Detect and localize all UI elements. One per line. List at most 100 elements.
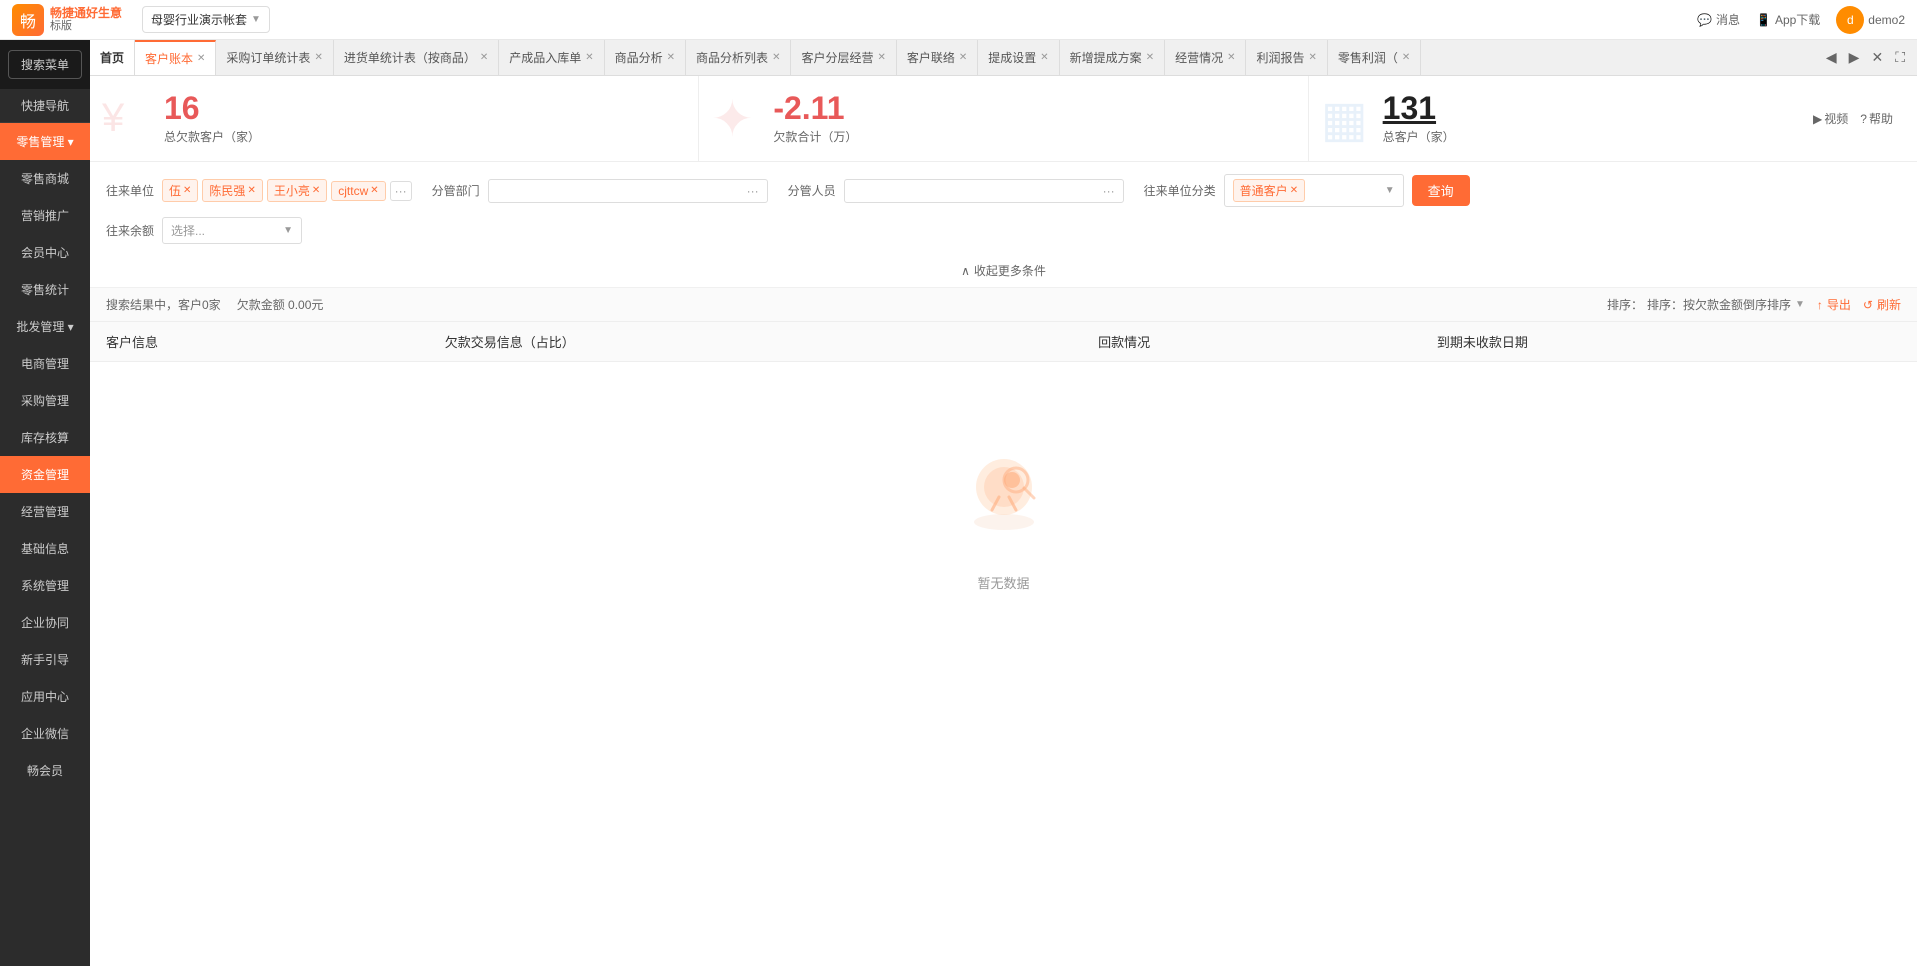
sidebar-item-system[interactable]: 系统管理 bbox=[0, 567, 90, 604]
collapse-filters-btn[interactable]: ∧ 收起更多条件 bbox=[106, 254, 1901, 287]
close-icon[interactable]: ✕ bbox=[959, 52, 967, 63]
sidebar-item-member2[interactable]: 畅会员 bbox=[0, 752, 90, 789]
tab-customer-segment[interactable]: 客户分层经营 ✕ bbox=[791, 40, 896, 76]
close-icon[interactable]: ✕ bbox=[772, 52, 780, 63]
tab-commission-settings[interactable]: 提成设置 ✕ bbox=[978, 40, 1059, 76]
sidebar-item-ecommerce[interactable]: 电商管理 bbox=[0, 345, 90, 382]
store-selector[interactable]: 母婴行业演示帐套 ▼ bbox=[142, 6, 270, 33]
tab-bar: 首页 客户账本 ✕ 采购订单统计表 ✕ 进货单统计表（按商品） ✕ 产成品入库单… bbox=[90, 40, 1917, 76]
filter-tag-chen[interactable]: 陈民强 ✕ bbox=[202, 179, 262, 202]
tab-customer-contact[interactable]: 客户联络 ✕ bbox=[897, 40, 978, 76]
query-button[interactable]: 查询 bbox=[1412, 175, 1470, 206]
balance-select[interactable]: 选择... ▼ bbox=[162, 217, 302, 244]
close-icon[interactable]: ✕ bbox=[314, 52, 322, 63]
close-icon[interactable]: ✕ bbox=[667, 52, 675, 63]
stat-content-total: 131 总客户（家） bbox=[1383, 92, 1455, 145]
close-icon[interactable]: ✕ bbox=[1040, 52, 1048, 63]
close-icon[interactable]: ✕ bbox=[1309, 52, 1317, 63]
tab-profit-report[interactable]: 利润报告 ✕ bbox=[1246, 40, 1327, 76]
stats-bar: ¥ 16 总欠款客户（家） ✦ -2.11 欠款合计（万） ▦ bbox=[90, 76, 1917, 162]
stat-content-customers: 16 总欠款客户（家） bbox=[164, 92, 260, 145]
remove-tag-cjttcw[interactable]: ✕ bbox=[370, 185, 378, 196]
sidebar-item-marketing[interactable]: 营销推广 bbox=[0, 197, 90, 234]
tab-purchase-stats-product[interactable]: 进货单统计表（按商品） ✕ bbox=[334, 40, 499, 76]
messages-btn[interactable]: 💬 消息 bbox=[1697, 11, 1740, 28]
tab-next-btn[interactable]: ▶ bbox=[1845, 47, 1864, 68]
chevron-up-icon: ∧ bbox=[961, 264, 970, 278]
filter-tag-wang[interactable]: 王小亮 ✕ bbox=[267, 179, 327, 202]
person-more-icon: ··· bbox=[1103, 184, 1115, 198]
filter-tag-normal-customer[interactable]: 普通客户 ✕ bbox=[1233, 179, 1305, 202]
unit-class-select[interactable]: 普通客户 ✕ ▼ bbox=[1224, 174, 1404, 207]
video-icon: ▶ bbox=[1813, 112, 1822, 126]
tab-business-status[interactable]: 经营情况 ✕ bbox=[1165, 40, 1246, 76]
search-result-amount: 欠款金额 0.00元 bbox=[237, 296, 324, 313]
sidebar-item-inventory[interactable]: 库存核算 bbox=[0, 419, 90, 456]
filter-row-2: 往来余额 选择... ▼ bbox=[106, 217, 1901, 244]
sidebar-item-retail-mall[interactable]: 零售商城 bbox=[0, 160, 90, 197]
sidebar-item-wholesale[interactable]: 批发管理 ▾ bbox=[0, 308, 90, 345]
header-left: 畅 畅捷通好生意 标版 母婴行业演示帐套 ▼ bbox=[12, 4, 270, 36]
tab-purchase-order-stats[interactable]: 采购订单统计表 ✕ bbox=[216, 40, 333, 76]
tab-controls: ◀ ▶ ✕ ⛶ bbox=[1814, 47, 1917, 68]
user-menu[interactable]: d demo2 bbox=[1836, 6, 1905, 34]
sidebar-item-purchase[interactable]: 采购管理 bbox=[0, 382, 90, 419]
sidebar-item-enterprise[interactable]: 企业协同 bbox=[0, 604, 90, 641]
refresh-icon: ↺ bbox=[1863, 298, 1873, 312]
search-result-left: 搜索结果中，客户0家 欠款金额 0.00元 bbox=[106, 296, 323, 313]
tab-customer-ledger[interactable]: 客户账本 ✕ bbox=[135, 40, 216, 76]
search-menu-btn[interactable]: 搜索菜单 bbox=[8, 50, 82, 79]
unit-class-chevron: ▼ bbox=[1385, 185, 1395, 196]
sidebar-item-member[interactable]: 会员中心 bbox=[0, 234, 90, 271]
video-btn[interactable]: ▶ 视频 bbox=[1813, 110, 1848, 127]
close-icon[interactable]: ✕ bbox=[877, 52, 885, 63]
sidebar-item-retail-stats[interactable]: 零售统计 bbox=[0, 271, 90, 308]
remove-tag-chen[interactable]: ✕ bbox=[247, 185, 255, 196]
tab-product-inbound[interactable]: 产成品入库单 ✕ bbox=[499, 40, 604, 76]
download-icon: 📱 bbox=[1756, 13, 1771, 27]
remove-tag-wu[interactable]: ✕ bbox=[183, 185, 191, 196]
tab-fullscreen-btn[interactable]: ⛶ bbox=[1891, 47, 1909, 68]
refresh-btn[interactable]: ↺ 刷新 bbox=[1863, 296, 1901, 313]
tab-home[interactable]: 首页 bbox=[90, 40, 135, 76]
remove-tag-wang[interactable]: ✕ bbox=[312, 185, 320, 196]
close-icon[interactable]: ✕ bbox=[1402, 52, 1410, 63]
tab-product-analysis[interactable]: 商品分析 ✕ bbox=[605, 40, 686, 76]
sidebar-item-retail-mgmt[interactable]: 零售管理 ▾ bbox=[0, 123, 90, 160]
close-icon[interactable]: ✕ bbox=[1146, 52, 1154, 63]
close-icon[interactable]: ✕ bbox=[585, 52, 593, 63]
person-select[interactable]: ··· bbox=[844, 179, 1124, 203]
header-right: 💬 消息 📱 App下载 d demo2 bbox=[1697, 6, 1905, 34]
tab-close-all-btn[interactable]: ✕ bbox=[1867, 47, 1887, 68]
sidebar-item-operations[interactable]: 经营管理 bbox=[0, 493, 90, 530]
sort-select[interactable]: 排序： 排序：按欠款金额倒序排序 ▼ bbox=[1607, 296, 1805, 313]
tab-product-analysis-list[interactable]: 商品分析列表 ✕ bbox=[686, 40, 791, 76]
filter-unit-class-label: 往来单位分类 bbox=[1144, 182, 1216, 199]
tab-new-commission[interactable]: 新增提成方案 ✕ bbox=[1060, 40, 1165, 76]
close-icon[interactable]: ✕ bbox=[1227, 52, 1235, 63]
sidebar-item-guide[interactable]: 新手引导 bbox=[0, 641, 90, 678]
help-btn[interactable]: ? 帮助 bbox=[1860, 110, 1893, 127]
filter-dept-label: 分管部门 bbox=[432, 182, 480, 199]
sidebar-item-wechat[interactable]: 企业微信 bbox=[0, 715, 90, 752]
dept-select[interactable]: ··· bbox=[488, 179, 768, 203]
export-btn[interactable]: ↑ 导出 bbox=[1817, 296, 1851, 313]
sidebar-item-basic-info[interactable]: 基础信息 bbox=[0, 530, 90, 567]
tab-retail-profit[interactable]: 零售利润（ ✕ bbox=[1328, 40, 1421, 76]
sidebar-item-app-center[interactable]: 应用中心 bbox=[0, 678, 90, 715]
main-layout: 搜索菜单 快捷导航 零售管理 ▾ 零售商城 营销推广 会员中心 零售统计 批发管… bbox=[0, 40, 1917, 966]
filter-tag-wu[interactable]: 伍 ✕ bbox=[162, 179, 198, 202]
sidebar-item-finance[interactable]: 资金管理 bbox=[0, 456, 90, 493]
avatar: d bbox=[1836, 6, 1864, 34]
app-download-btn[interactable]: 📱 App下载 bbox=[1756, 11, 1820, 28]
close-icon[interactable]: ✕ bbox=[197, 53, 205, 64]
quick-nav-btn[interactable]: 快捷导航 bbox=[0, 89, 90, 123]
stat-item-customers: ¥ 16 总欠款客户（家） bbox=[90, 76, 699, 161]
tab-prev-btn[interactable]: ◀ bbox=[1822, 47, 1841, 68]
filter-tag-cjttcw[interactable]: cjttcw ✕ bbox=[331, 181, 385, 201]
dept-more-icon: ··· bbox=[747, 184, 759, 198]
logo-area: 畅 畅捷通好生意 标版 bbox=[12, 4, 122, 36]
remove-tag-normal[interactable]: ✕ bbox=[1290, 185, 1298, 196]
more-tags-btn[interactable]: ··· bbox=[390, 181, 412, 201]
close-icon[interactable]: ✕ bbox=[480, 52, 488, 63]
